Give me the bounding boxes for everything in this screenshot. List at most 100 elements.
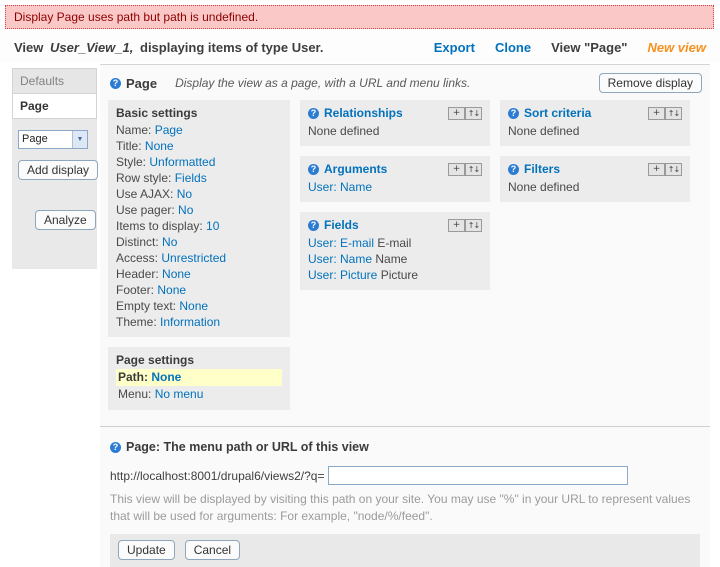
add-relationship-button[interactable]: + — [448, 106, 465, 120]
view-name: User_View_1, — [50, 40, 134, 55]
help-icon[interactable]: ? — [110, 442, 121, 453]
rearrange-fields-button[interactable]: ↑↓ — [465, 218, 482, 232]
chevron-down-icon: ▼ — [72, 131, 87, 148]
clone-link[interactable]: Clone — [495, 40, 531, 55]
cancel-button[interactable]: Cancel — [184, 540, 241, 560]
page-settings-box: Page settings Path: None Menu: No menu — [108, 347, 290, 410]
path-form-title: ? Page: The menu path or URL of this view — [110, 440, 700, 454]
argument-user-name-link[interactable]: User: Name — [308, 180, 372, 194]
setting-access: Access: Unrestricted — [116, 251, 227, 265]
filters-buttons: + ↑↓ — [648, 162, 682, 176]
field-name-link[interactable]: User: Name — [308, 252, 372, 266]
sort-criteria-head: ? Sort criteria + ↑↓ — [508, 106, 682, 120]
setting-header: Header: None — [116, 267, 191, 281]
add-sort-button[interactable]: + — [648, 106, 665, 120]
view-title-suffix: displaying items of type User. — [140, 40, 324, 55]
filters-head: ? Filters + ↑↓ — [508, 162, 682, 176]
sort-criteria-empty: None defined — [508, 124, 580, 138]
add-argument-button[interactable]: + — [448, 162, 465, 176]
fields-title-link[interactable]: Fields — [324, 218, 448, 232]
help-icon[interactable]: ? — [508, 107, 519, 119]
sidebar-panel: Page ▼ Add display Analyze — [12, 119, 99, 269]
path-input[interactable] — [328, 466, 629, 485]
setting-distinct: Distinct: No — [116, 235, 178, 249]
setting-access-value[interactable]: Unrestricted — [161, 251, 226, 265]
sort-criteria-buttons: + ↑↓ — [648, 106, 682, 120]
setting-name-value[interactable]: Page — [155, 123, 183, 137]
field-item-email: User: E-mail E-mail — [308, 236, 412, 250]
arguments-buttons: + ↑↓ — [448, 162, 482, 176]
setting-path: Path: None — [116, 369, 282, 386]
field-item-picture: User: Picture Picture — [308, 268, 419, 282]
setting-title-value[interactable]: None — [145, 139, 174, 153]
field-picture-link[interactable]: User: Picture — [308, 268, 377, 282]
tab-page[interactable]: Page — [12, 94, 97, 119]
setting-empty-text: Empty text: None — [116, 299, 209, 313]
setting-name: Name: Page — [116, 123, 183, 137]
setting-style-value[interactable]: Unformatted — [149, 155, 215, 169]
view-page-link[interactable]: View "Page" — [551, 40, 627, 55]
views-edit-region: Defaults Page Page ▼ Add display Analyze… — [12, 64, 710, 567]
column-middle: ? Relationships + ↑↓ None defined ? Argu… — [300, 100, 490, 300]
rearrange-sorts-button[interactable]: ↑↓ — [665, 106, 682, 120]
setting-theme-value[interactable]: Information — [160, 315, 220, 329]
setting-theme: Theme: Information — [116, 315, 221, 329]
view-header: View User_View_1, displaying items of ty… — [0, 29, 720, 62]
setting-use-ajax: Use AJAX: No — [116, 187, 193, 201]
display-edit-content: ? Page Display the view as a page, with … — [100, 64, 710, 567]
view-title: View User_View_1, displaying items of ty… — [14, 40, 324, 55]
rearrange-relationships-button[interactable]: ↑↓ — [465, 106, 482, 120]
url-prefix: http://localhost:8001/drupal6/views2/?q= — [110, 468, 325, 483]
setting-footer-value[interactable]: None — [157, 283, 186, 297]
add-display-button[interactable]: Add display — [18, 160, 99, 180]
export-link[interactable]: Export — [434, 40, 475, 55]
help-icon[interactable]: ? — [308, 163, 319, 175]
setting-row-style-value[interactable]: Fields — [175, 171, 207, 185]
display-title: Page — [126, 75, 158, 91]
setting-use-pager: Use pager: No — [116, 203, 194, 217]
sort-criteria-box: ? Sort criteria + ↑↓ None defined — [500, 100, 690, 146]
rearrange-arguments-button[interactable]: ↑↓ — [465, 162, 482, 176]
remove-display-button[interactable]: Remove display — [598, 73, 702, 93]
filters-title-link[interactable]: Filters — [524, 162, 648, 176]
new-view-link[interactable]: New view — [647, 40, 706, 55]
setting-empty-text-value[interactable]: None — [179, 299, 208, 313]
column-right: ? Sort criteria + ↑↓ None defined ? Filt… — [500, 100, 690, 212]
error-message: Display Page uses path but path is undef… — [5, 5, 714, 29]
setting-use-ajax-value[interactable]: No — [177, 187, 192, 201]
arguments-head: ? Arguments + ↑↓ — [308, 162, 482, 176]
help-icon[interactable]: ? — [110, 77, 121, 89]
argument-item: User: Name — [308, 179, 482, 195]
help-icon[interactable]: ? — [508, 163, 519, 175]
field-email-link[interactable]: User: E-mail — [308, 236, 374, 250]
setting-use-pager-value[interactable]: No — [178, 203, 193, 217]
update-button[interactable]: Update — [118, 540, 175, 560]
column-basic-settings: Basic settings Name: Page Title: None St… — [108, 100, 290, 420]
setting-footer: Footer: None — [116, 283, 187, 297]
analyze-button[interactable]: Analyze — [35, 210, 96, 230]
add-field-button[interactable]: + — [448, 218, 465, 232]
rearrange-filters-button[interactable]: ↑↓ — [665, 162, 682, 176]
setting-menu: Menu: No menu — [118, 387, 204, 401]
view-title-prefix: View — [14, 40, 44, 55]
display-sidebar: Defaults Page Page ▼ Add display Analyze — [12, 68, 99, 269]
display-type-select[interactable]: Page ▼ — [18, 130, 88, 149]
help-icon[interactable]: ? — [308, 107, 319, 119]
setting-row-style: Row style: Fields — [116, 171, 207, 185]
display-header: ? Page Display the view as a page, with … — [100, 65, 710, 100]
path-form: ? Page: The menu path or URL of this view… — [100, 426, 710, 567]
add-filter-button[interactable]: + — [648, 162, 665, 176]
setting-path-value[interactable]: None — [151, 370, 181, 384]
setting-distinct-value[interactable]: No — [162, 235, 177, 249]
arguments-title-link[interactable]: Arguments — [324, 162, 448, 176]
setting-menu-value[interactable]: No menu — [155, 387, 204, 401]
fields-box: ? Fields + ↑↓ User: E-mail E-mail User: … — [300, 212, 490, 290]
sort-criteria-title-link[interactable]: Sort criteria — [524, 106, 648, 120]
setting-items-to-display-value[interactable]: 10 — [206, 219, 219, 233]
settings-columns: Basic settings Name: Page Title: None St… — [100, 100, 710, 426]
relationships-title-link[interactable]: Relationships — [324, 106, 448, 120]
setting-header-value[interactable]: None — [162, 267, 191, 281]
help-icon[interactable]: ? — [308, 219, 319, 231]
fields-head: ? Fields + ↑↓ — [308, 218, 482, 232]
tab-defaults[interactable]: Defaults — [12, 68, 97, 94]
